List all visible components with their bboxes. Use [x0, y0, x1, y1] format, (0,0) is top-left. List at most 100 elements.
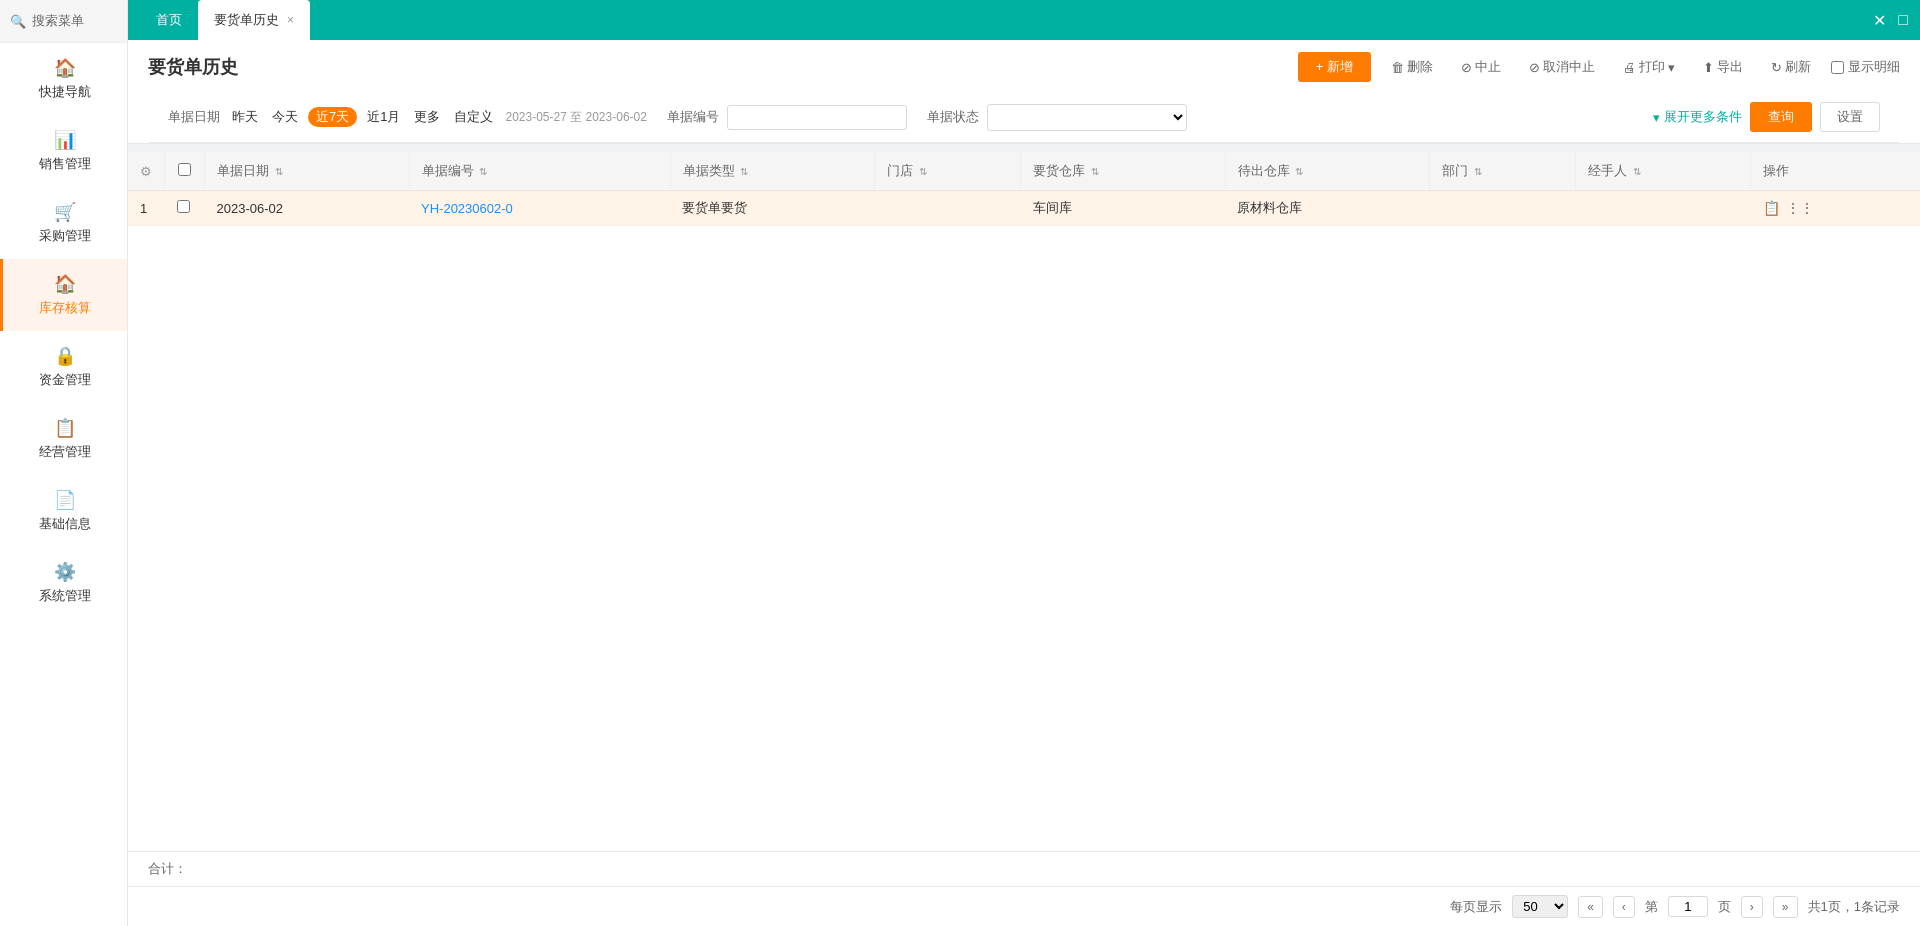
status-label: 单据状态	[927, 108, 979, 126]
doc-no-link[interactable]: YH-20230602-0	[421, 201, 513, 216]
doc-type-column-header[interactable]: 单据类型 ⇅	[670, 152, 875, 191]
shortcut-today[interactable]: 今天	[268, 107, 302, 127]
tab-home[interactable]: 首页	[140, 0, 198, 40]
stop-icon: ⊘	[1461, 60, 1472, 75]
select-all-checkbox[interactable]	[178, 163, 191, 176]
setting-button[interactable]: 设置	[1820, 102, 1880, 132]
last-page-button[interactable]: »	[1773, 896, 1798, 918]
cart-icon: 🛒	[54, 201, 76, 223]
per-page-select[interactable]: 50 100	[1512, 895, 1568, 918]
sidebar-item-basic[interactable]: 📄 基础信息	[0, 475, 127, 547]
chart-icon: 📊	[54, 129, 76, 151]
refresh-label: 刷新	[1785, 58, 1811, 76]
window-close-icon[interactable]: ✕	[1873, 11, 1886, 30]
settings-column-header[interactable]: ⚙	[128, 152, 165, 191]
row-doc-type: 要货单要货	[670, 191, 875, 226]
doc-date-column-header[interactable]: 单据日期 ⇅	[205, 152, 410, 191]
page-header: 要货单历史 + 新增 🗑 删除 ⊘ 中止 ⊘ 取消中止	[128, 40, 1920, 144]
expand-more-btn[interactable]: ▾ 展开更多条件	[1653, 108, 1742, 126]
req-warehouse-column-header[interactable]: 要货仓库 ⇅	[1021, 152, 1226, 191]
topbar: 首页 要货单历史 × ✕ □	[128, 0, 1920, 40]
stop-button[interactable]: ⊘ 中止	[1453, 54, 1509, 80]
row-more-icon[interactable]: ⋮⋮	[1786, 200, 1814, 216]
sort-icon: ⇅	[1474, 166, 1482, 177]
shortcut-more[interactable]: 更多	[410, 107, 444, 127]
tab-home-label: 首页	[156, 11, 182, 29]
delete-icon: 🗑	[1391, 60, 1404, 75]
sidebar-item-label: 经营管理	[39, 443, 91, 461]
row-edit-icon[interactable]: 📋	[1763, 200, 1780, 216]
next-page-button[interactable]: ›	[1741, 896, 1763, 918]
action-column-header: 操作	[1751, 152, 1920, 191]
tab-requisition-label: 要货单历史	[214, 11, 279, 29]
topbar-right: ✕ □	[1873, 11, 1908, 30]
home-icon: 🏠	[54, 57, 76, 79]
table-row: 1 2023-06-02 YH-20230602-0 要货单要货 车间库 原材料…	[128, 191, 1920, 226]
refresh-button[interactable]: ↻ 刷新	[1763, 54, 1819, 80]
delete-button[interactable]: 🗑 删除	[1383, 54, 1441, 80]
page-label: 第	[1645, 898, 1658, 916]
sort-icon: ⇅	[1091, 166, 1099, 177]
sidebar-item-sales[interactable]: 📊 销售管理	[0, 115, 127, 187]
pending-warehouse-column-header[interactable]: 待出仓库 ⇅	[1225, 152, 1430, 191]
shortcut-1month[interactable]: 近1月	[363, 107, 404, 127]
export-button[interactable]: ⬆ 导出	[1695, 54, 1751, 80]
checkbox-column-header	[165, 152, 205, 191]
sort-icon: ⇅	[919, 166, 927, 177]
sidebar-item-purchase[interactable]: 🛒 采购管理	[0, 187, 127, 259]
tab-close-icon[interactable]: ×	[287, 13, 294, 27]
sidebar-item-system[interactable]: ⚙️ 系统管理	[0, 547, 127, 619]
prev-page-button[interactable]: ‹	[1613, 896, 1635, 918]
doc-no-input[interactable]	[727, 105, 907, 130]
row-doc-no[interactable]: YH-20230602-0	[409, 191, 670, 226]
shortcut-yesterday[interactable]: 昨天	[228, 107, 262, 127]
sidebar-item-quick-nav[interactable]: 🏠 快捷导航	[0, 43, 127, 115]
page-input[interactable]	[1668, 896, 1708, 917]
date-shortcuts: 昨天 今天 近7天 近1月 更多 自定义	[228, 107, 497, 127]
query-button[interactable]: 查询	[1750, 102, 1812, 132]
sidebar-item-inventory[interactable]: 🏠 库存核算	[0, 259, 127, 331]
shortcut-7days[interactable]: 近7天	[308, 107, 357, 127]
row-action: 📋 ⋮⋮	[1751, 191, 1920, 226]
cancel-stop-button[interactable]: ⊘ 取消中止	[1521, 54, 1603, 80]
sort-icon: ⇅	[275, 166, 283, 177]
add-button[interactable]: + 新增	[1298, 52, 1371, 82]
inventory-icon: 🏠	[54, 273, 76, 295]
display-detail-label: 显示明细	[1848, 58, 1900, 76]
search-icon: 🔍	[10, 14, 26, 29]
export-icon: ⬆	[1703, 60, 1714, 75]
row-checkbox[interactable]	[165, 191, 205, 226]
store-column-header[interactable]: 门店 ⇅	[875, 152, 1021, 191]
row-select-checkbox[interactable]	[177, 200, 190, 213]
sidebar-item-operation[interactable]: 📋 经营管理	[0, 403, 127, 475]
sidebar-search-label: 搜索菜单	[32, 12, 84, 30]
handler-column-header[interactable]: 经手人 ⇅	[1576, 152, 1751, 191]
sidebar-search[interactable]: 🔍 搜索菜单	[0, 0, 127, 43]
total-info: 共1页，1条记录	[1808, 898, 1900, 916]
status-filter-group: 单据状态	[927, 104, 1187, 131]
tab-requisition-history[interactable]: 要货单历史 ×	[198, 0, 310, 40]
sidebar-item-label: 基础信息	[39, 515, 91, 533]
sidebar-item-label: 销售管理	[39, 155, 91, 173]
status-select[interactable]	[987, 104, 1187, 131]
refresh-icon: ↻	[1771, 60, 1782, 75]
row-action-group: 📋 ⋮⋮	[1763, 200, 1908, 216]
print-dropdown-icon: ▾	[1668, 60, 1675, 75]
table-header-row: ⚙ 单据日期 ⇅ 单据编号 ⇅ 单据类型	[128, 152, 1920, 191]
display-detail-checkbox[interactable]	[1831, 61, 1844, 74]
doc-no-column-header[interactable]: 单据编号 ⇅	[409, 152, 670, 191]
window-maximize-icon[interactable]: □	[1898, 11, 1908, 29]
pagination: 每页显示 50 100 « ‹ 第 页 › » 共1页，1条记录	[128, 886, 1920, 926]
expand-icon: ▾	[1653, 110, 1660, 125]
doc-no-filter-group: 单据编号	[667, 105, 907, 130]
sort-icon: ⇅	[740, 166, 748, 177]
department-column-header[interactable]: 部门 ⇅	[1430, 152, 1576, 191]
table-container: ⚙ 单据日期 ⇅ 单据编号 ⇅ 单据类型	[128, 152, 1920, 851]
sidebar-item-finance[interactable]: 🔒 资金管理	[0, 331, 127, 403]
display-detail-toggle[interactable]: 显示明细	[1831, 58, 1900, 76]
print-button[interactable]: 🖨 打印 ▾	[1615, 54, 1683, 80]
shortcut-custom[interactable]: 自定义	[450, 107, 497, 127]
export-label: 导出	[1717, 58, 1743, 76]
first-page-button[interactable]: «	[1578, 896, 1603, 918]
expand-label: 展开更多条件	[1664, 108, 1742, 126]
